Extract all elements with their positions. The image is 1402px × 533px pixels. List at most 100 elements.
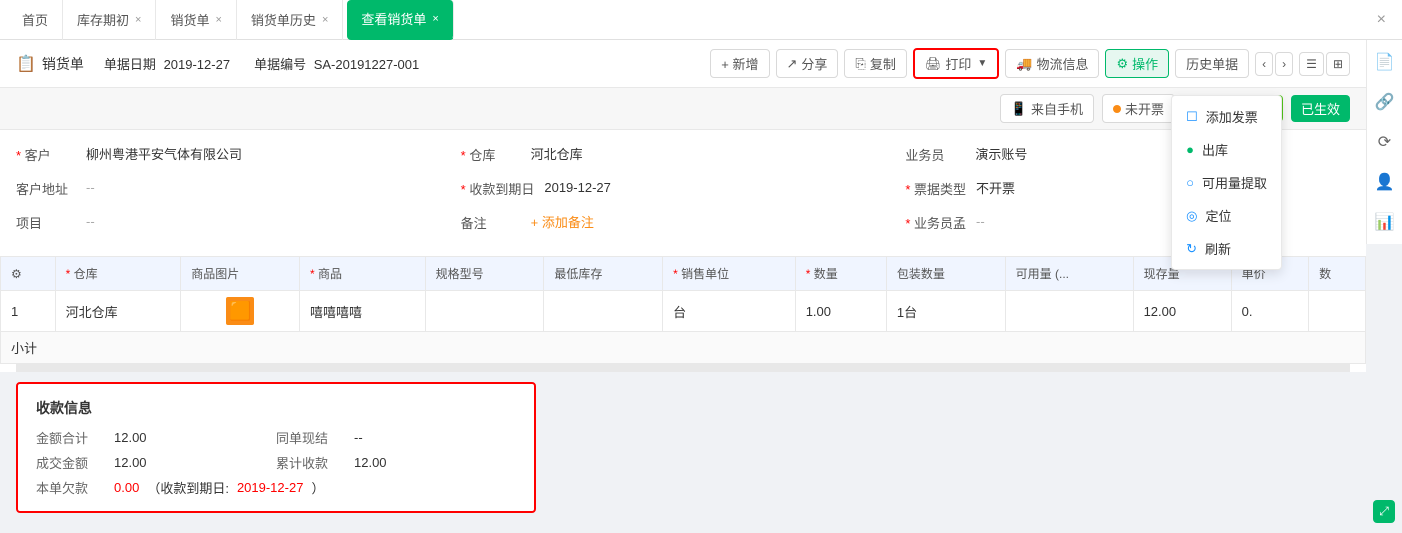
- dropdown-out-warehouse[interactable]: ● 出库: [1172, 133, 1281, 166]
- col-amount: 数: [1309, 257, 1366, 291]
- customer-label: 客户: [16, 145, 76, 164]
- tab-view-sales-order[interactable]: 查看销货单 ×: [347, 0, 453, 40]
- tab-home[interactable]: 首页: [8, 0, 63, 40]
- table-wrapper: ⚙ 仓库 商品图片 商品 规格型号 最低库存 销售单位 数量 包装数量 可用量 …: [0, 256, 1366, 372]
- history-button[interactable]: 历史单据: [1175, 49, 1249, 78]
- available-icon: ○: [1186, 175, 1194, 190]
- refresh-icon: ↻: [1186, 241, 1197, 257]
- list-view-button[interactable]: ☰: [1299, 52, 1324, 76]
- remark-label: 备注: [461, 213, 521, 232]
- row-price: 0.: [1231, 291, 1308, 332]
- owed-value: 0.00: [114, 480, 139, 495]
- gear-settings-icon[interactable]: ⚙: [11, 267, 22, 281]
- total-amount-value: 12.00: [114, 430, 147, 445]
- col-min-stock: 最低库存: [544, 257, 663, 291]
- sales-staff2-label: 业务员孟: [905, 213, 966, 232]
- tab-inventory-init[interactable]: 库存期初 ×: [63, 0, 156, 40]
- tab-sales-history[interactable]: 销货单历史 ×: [237, 0, 343, 40]
- sidebar-doc-icon[interactable]: 📄: [1371, 48, 1399, 76]
- share-button[interactable]: ↗ 分享: [776, 49, 839, 78]
- address-value: --: [82, 178, 202, 198]
- ticket-label: 票据类型: [905, 179, 966, 198]
- out-warehouse-icon: ●: [1186, 142, 1194, 157]
- cumulative-value: 12.00: [354, 455, 387, 470]
- remark-group: 备注 + 添加备注: [461, 210, 906, 234]
- doc-type-label: 销货单: [42, 54, 84, 74]
- customer-value: 柳州粤港平安气体有限公司: [82, 142, 246, 166]
- order-table: ⚙ 仓库 商品图片 商品 规格型号 最低库存 销售单位 数量 包装数量 可用量 …: [0, 256, 1366, 364]
- form-row-3: 项目 -- 备注 + 添加备注 业务员孟 --: [16, 210, 1350, 234]
- not-open-button[interactable]: 未开票: [1102, 94, 1175, 123]
- cumulative-item: 累计收款 12.00: [276, 453, 516, 472]
- tab-close-view[interactable]: ×: [432, 13, 438, 25]
- doc-number: 单据编号 SA-20191227-001: [250, 54, 419, 73]
- table-scrollbar[interactable]: [16, 364, 1350, 372]
- row-amount: [1309, 291, 1366, 332]
- print-button[interactable]: 🖨 打印 ▼: [913, 48, 999, 79]
- ticket-group: 票据类型 不开票: [905, 176, 1350, 200]
- tab-close-inventory[interactable]: ×: [135, 14, 141, 26]
- print-icon: 🖨: [925, 56, 942, 72]
- operate-icon: ⚙: [1116, 56, 1128, 72]
- same-order-label: 同单现结: [276, 428, 346, 447]
- doc-date: 单据日期 2019-12-27: [100, 54, 230, 73]
- dropdown-locate[interactable]: ◎ 定位: [1172, 199, 1281, 232]
- dropdown-refresh[interactable]: ↻ 刷新: [1172, 232, 1281, 265]
- row-pack-qty: 1台: [886, 291, 1005, 332]
- col-qty: 数量: [795, 257, 886, 291]
- copy-button[interactable]: ⎘ 复制: [844, 49, 906, 78]
- payment-grid: 金额合计 12.00 同单现结 -- 成交金额 12.00 累计收款 12.00…: [36, 428, 516, 497]
- add-button[interactable]: + 新增: [710, 49, 769, 78]
- tab-sales-order[interactable]: 销货单 ×: [156, 0, 236, 40]
- subtotal-label: 小计: [1, 332, 1366, 364]
- doc-actions: + 新增 ↗ 分享 ⎘ 复制 🖨 打印 ▼ 🚚 物流信息 ⚙ 操作: [710, 48, 1350, 79]
- orange-dot-icon: [1113, 105, 1121, 113]
- col-unit: 销售单位: [663, 257, 796, 291]
- dropdown-add-invoice[interactable]: ☐ 添加发票: [1172, 100, 1281, 133]
- col-spec: 规格型号: [425, 257, 544, 291]
- dropdown-available-qty[interactable]: ○ 可用量提取: [1172, 166, 1281, 199]
- expand-button[interactable]: ⤢: [1373, 500, 1395, 523]
- doc-title: 📋 销货单: [16, 54, 84, 74]
- sales-staff2-value: --: [972, 212, 1092, 232]
- grid-view-button[interactable]: ⊞: [1326, 52, 1350, 76]
- warehouse-value: 河北仓库: [527, 142, 647, 166]
- project-label: 项目: [16, 213, 76, 232]
- owed-label: 本单欠款: [36, 478, 106, 497]
- prev-button[interactable]: ‹: [1255, 52, 1273, 76]
- logistics-button[interactable]: 🚚 物流信息: [1005, 49, 1099, 78]
- total-amount-item: 金额合计 12.00: [36, 428, 276, 447]
- tab-close-sales[interactable]: ×: [215, 14, 221, 26]
- deal-amount-item: 成交金额 12.00: [36, 453, 276, 472]
- share-icon: ↗: [787, 56, 798, 72]
- doc-header: 📋 销货单 单据日期 2019-12-27 单据编号 SA-20191227-0…: [0, 40, 1366, 88]
- same-order-item: 同单现结 --: [276, 428, 516, 447]
- form-area: 客户 柳州粤港平安气体有限公司 仓库 河北仓库 业务员 演示账号 客户地址 --…: [0, 130, 1366, 256]
- warehouse-label: 仓库: [461, 145, 521, 164]
- address-group: 客户地址 --: [16, 178, 461, 198]
- address-label: 客户地址: [16, 179, 76, 198]
- sidebar-user-icon[interactable]: 👤: [1371, 168, 1399, 196]
- form-row-2: 客户地址 -- 收款到期日 2019-12-27 票据类型 不开票: [16, 176, 1350, 200]
- project-group: 项目 --: [16, 212, 461, 232]
- sidebar-refresh-icon[interactable]: ⟳: [1374, 128, 1395, 156]
- from-phone-button[interactable]: 📱 来自手机: [1000, 94, 1094, 123]
- add-remark-button[interactable]: + 添加备注: [527, 210, 647, 234]
- tab-close-history[interactable]: ×: [322, 14, 328, 26]
- col-img: 商品图片: [181, 257, 300, 291]
- sidebar-chart-icon[interactable]: 📊: [1371, 208, 1399, 236]
- customer-group: 客户 柳州粤港平安气体有限公司: [16, 142, 461, 166]
- print-dropdown-arrow[interactable]: ▼: [977, 58, 987, 69]
- effective-status-button[interactable]: 已生效: [1291, 95, 1350, 122]
- col-available: 可用量 (...: [1005, 257, 1133, 291]
- row-min-stock: [544, 291, 663, 332]
- deal-amount-value: 12.00: [114, 455, 147, 470]
- sidebar-link-icon[interactable]: 🔗: [1371, 88, 1399, 116]
- owed-date: 2019-12-27: [237, 480, 304, 495]
- tab-bar: 首页 库存期初 × 销货单 × 销货单历史 × 查看销货单 × ×: [0, 0, 1402, 40]
- operate-button[interactable]: ⚙ 操作: [1105, 49, 1169, 78]
- nav-arrows: ‹ ›: [1255, 52, 1293, 76]
- window-close-button[interactable]: ×: [1369, 11, 1394, 29]
- doc-type-icon: 📋: [16, 54, 36, 74]
- next-button[interactable]: ›: [1275, 52, 1293, 76]
